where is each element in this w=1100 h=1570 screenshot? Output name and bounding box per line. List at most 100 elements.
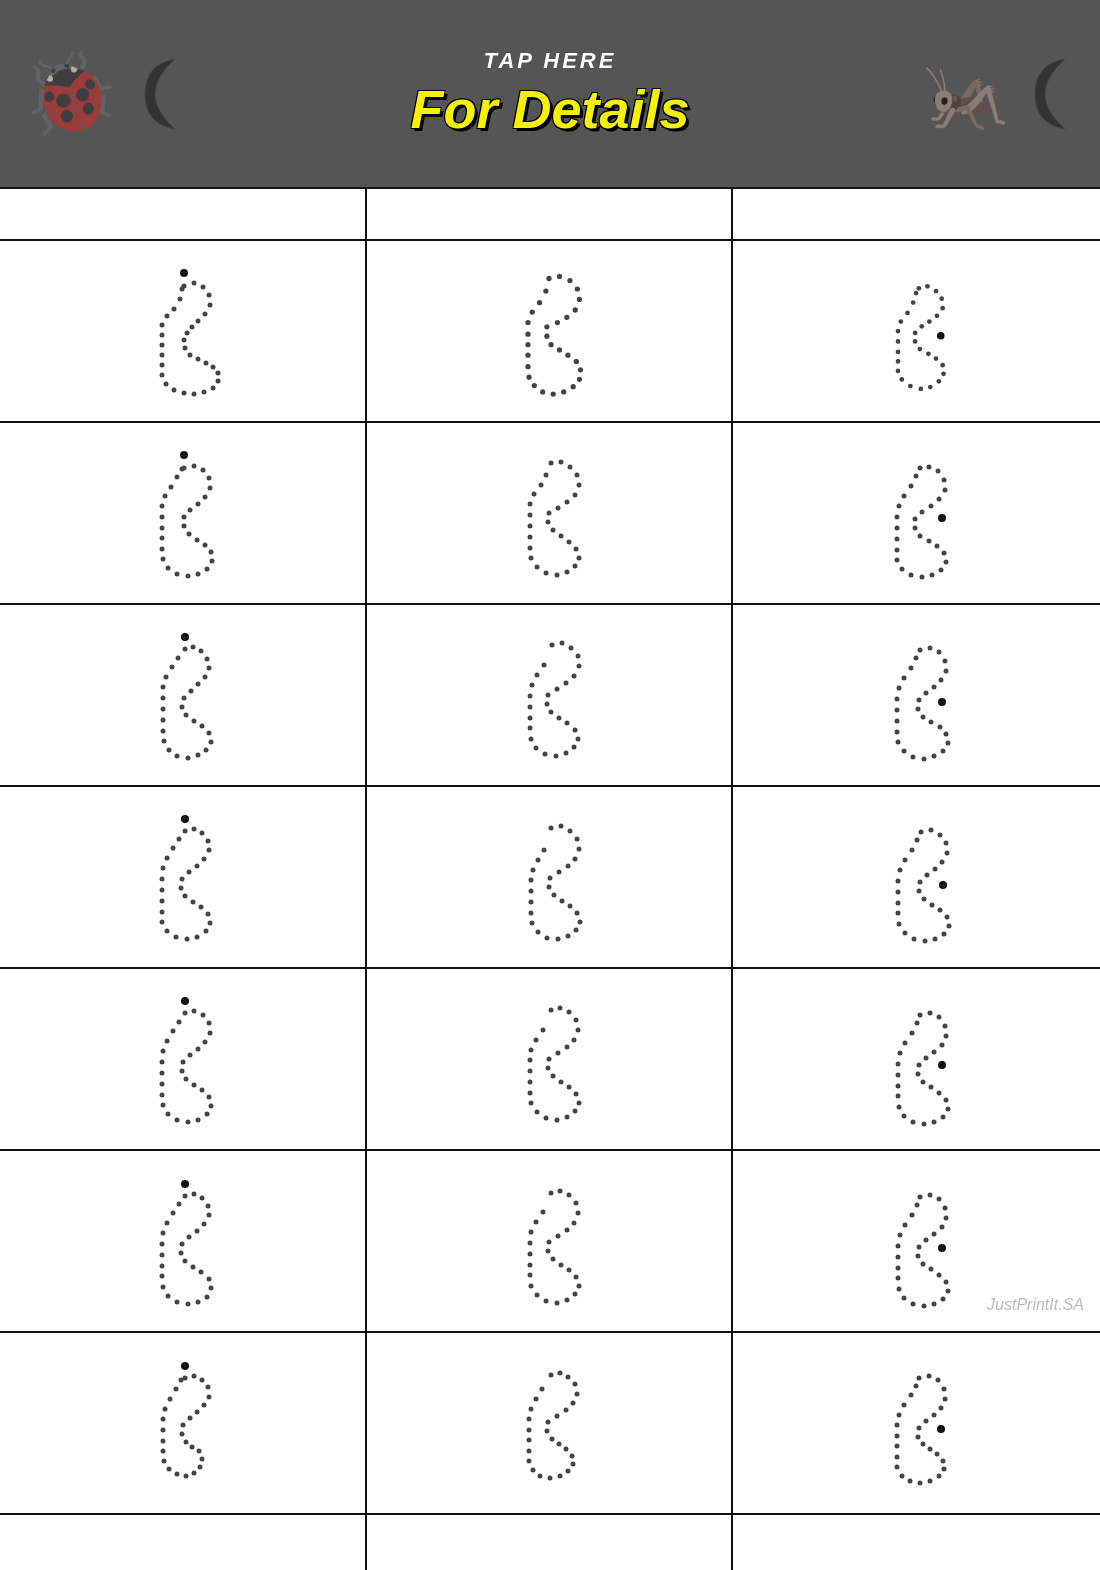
svg-point-52: [551, 391, 556, 396]
svg-point-616: [894, 1444, 899, 1449]
svg-point-227: [572, 728, 577, 733]
svg-point-182: [908, 484, 913, 489]
svg-point-221: [554, 687, 559, 692]
svg-point-17: [216, 379, 221, 384]
svg-point-487: [545, 1249, 550, 1254]
svg-point-499: [527, 1273, 532, 1278]
svg-point-567: [565, 1375, 570, 1380]
svg-point-300: [171, 846, 176, 851]
svg-point-395: [571, 1038, 576, 1043]
svg-point-282: [179, 886, 184, 891]
svg-point-196: [192, 719, 197, 724]
svg-point-517: [920, 1262, 925, 1267]
svg-point-180: [896, 504, 901, 509]
svg-point-519: [936, 1273, 941, 1278]
svg-point-589: [526, 1417, 531, 1422]
svg-point-231: [553, 754, 558, 759]
svg-point-442: [895, 1073, 900, 1078]
svg-point-576: [556, 1442, 561, 1447]
svg-point-75: [917, 347, 922, 352]
letter-row-7: [0, 1333, 1100, 1515]
svg-point-422: [942, 1024, 947, 1029]
svg-point-214: [549, 643, 554, 648]
svg-point-4: [207, 293, 212, 298]
svg-point-320: [544, 936, 549, 941]
svg-point-50: [571, 384, 576, 389]
arabic-letter-6-1: [112, 1161, 252, 1321]
svg-point-100: [203, 495, 208, 500]
svg-point-261: [910, 755, 915, 760]
svg-point-564: [179, 1378, 184, 1383]
svg-point-275: [200, 831, 205, 836]
svg-point-558: [161, 1439, 166, 1444]
svg-point-595: [926, 1374, 931, 1379]
svg-point-346: [941, 932, 946, 937]
svg-point-337: [932, 867, 937, 872]
cell-3-3: [733, 605, 1100, 785]
svg-point-285: [199, 905, 204, 910]
empty-row-1: [0, 187, 1100, 241]
svg-point-580: [565, 1469, 570, 1474]
svg-point-568: [572, 1382, 577, 1387]
svg-point-280: [187, 870, 192, 875]
svg-point-37: [575, 286, 580, 291]
cell-bottom-1: [0, 1515, 367, 1570]
cell-1-1: [0, 241, 367, 421]
svg-point-334: [943, 841, 948, 846]
svg-point-55: [526, 375, 531, 380]
svg-point-113: [175, 572, 180, 577]
svg-point-59: [525, 332, 530, 337]
header[interactable]: 🐞 🦗 TAP HERE For Details: [0, 0, 1100, 187]
svg-point-290: [185, 937, 190, 942]
arabic-letter-5-1: [112, 979, 252, 1139]
svg-point-216: [568, 646, 573, 651]
svg-point-521: [945, 1289, 950, 1294]
svg-point-69: [940, 306, 945, 311]
svg-point-120: [160, 504, 165, 509]
cell-2-1: [0, 423, 367, 603]
svg-point-360: [181, 997, 189, 1005]
svg-point-57: [525, 353, 530, 358]
tap-here-label: TAP HERE: [410, 48, 689, 74]
svg-point-327: [530, 868, 535, 873]
svg-point-72: [919, 324, 924, 329]
svg-point-217: [575, 654, 580, 659]
arabic-letter-5-3: [847, 979, 987, 1139]
svg-point-618: [894, 1423, 899, 1428]
svg-point-255: [937, 725, 942, 730]
ladybug-icon: 🐞: [20, 47, 120, 141]
svg-point-354: [895, 890, 900, 895]
svg-point-391: [557, 1006, 562, 1011]
svg-point-497: [534, 1293, 539, 1298]
svg-point-130: [572, 493, 577, 498]
svg-point-198: [207, 731, 212, 736]
svg-point-278: [202, 857, 207, 862]
header-cta[interactable]: TAP HERE For Details: [410, 48, 689, 140]
svg-point-489: [558, 1263, 563, 1268]
svg-point-371: [184, 1077, 189, 1082]
svg-point-427: [916, 1063, 921, 1068]
svg-point-129: [576, 483, 581, 488]
svg-point-476: [171, 1211, 176, 1216]
svg-point-191: [196, 682, 201, 687]
letter-row-6: JustPrintIt.SA: [0, 1151, 1100, 1333]
svg-point-289: [195, 935, 200, 940]
svg-point-410: [528, 1101, 533, 1106]
svg-point-597: [941, 1387, 946, 1392]
svg-point-363: [201, 1013, 206, 1018]
svg-point-34: [546, 276, 551, 281]
arabic-letter-5-2: [479, 979, 619, 1139]
svg-point-294: [160, 910, 165, 915]
svg-point-569: [574, 1392, 579, 1397]
svg-point-440: [895, 1094, 900, 1099]
svg-point-529: [895, 1266, 900, 1271]
svg-point-181: [901, 494, 906, 499]
cell-7-3: [733, 1333, 1100, 1513]
svg-point-338: [924, 873, 929, 878]
svg-point-336: [939, 860, 944, 865]
svg-point-393: [573, 1018, 578, 1023]
svg-point-70: [934, 313, 939, 318]
watermark: JustPrintIt.SA: [981, 1294, 1090, 1316]
svg-point-193: [182, 696, 187, 701]
svg-point-119: [160, 515, 165, 520]
